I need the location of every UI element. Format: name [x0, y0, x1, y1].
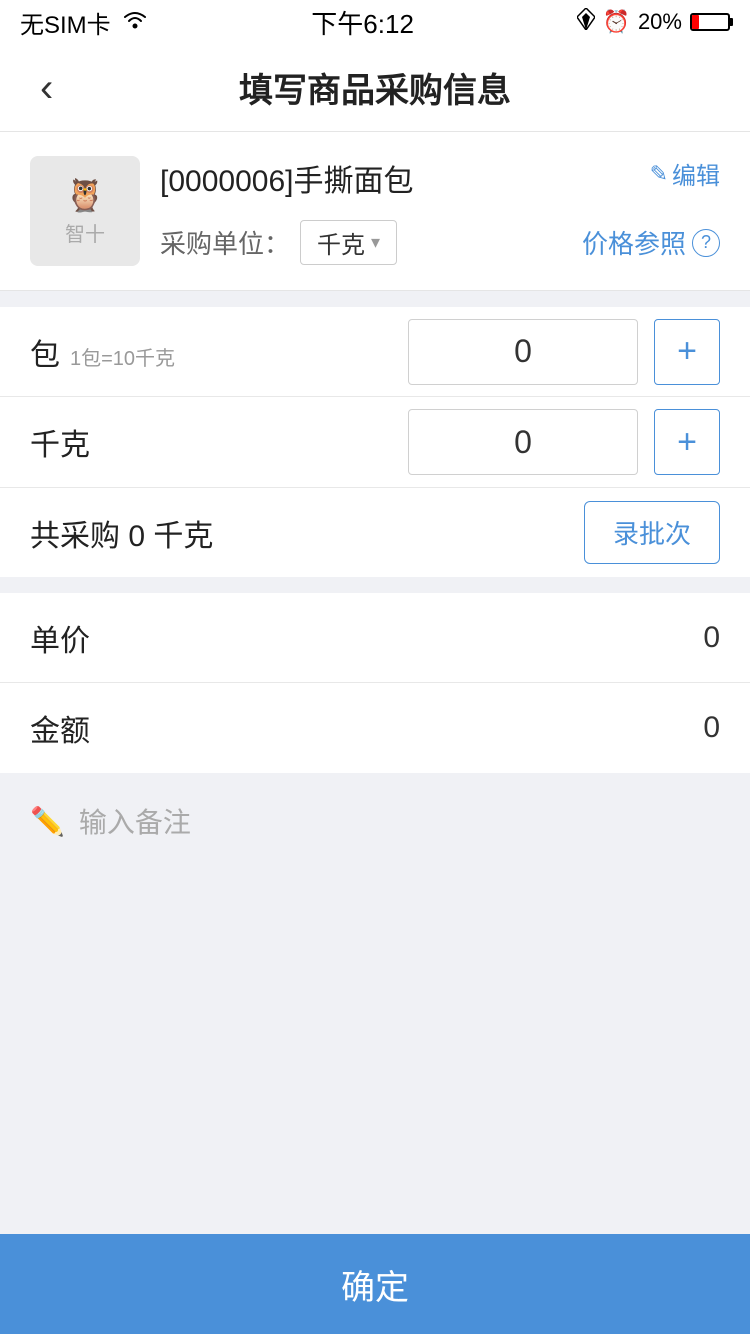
divider-2	[0, 577, 750, 593]
bag-quantity-input[interactable]: 0	[408, 319, 638, 385]
battery-icon	[690, 13, 730, 31]
confirm-button[interactable]: 确定	[0, 1234, 750, 1334]
confirm-label: 确定	[341, 1260, 409, 1309]
status-bar: 无SIM卡 下午6:12 ⏰ 20%	[0, 0, 750, 44]
product-card: 🦉 智十 [0000006]手撕面包 ✎ 编辑 采购单位： 千克 ▾ 价格参照 …	[0, 132, 750, 291]
unit-label: 采购单位：	[160, 224, 290, 261]
kg-row: 千克 0 +	[0, 397, 750, 487]
note-input[interactable]: 输入备注	[79, 801, 191, 841]
price-section: 单价 0 金额 0	[0, 593, 750, 773]
product-name-row: [0000006]手撕面包 ✎ 编辑	[160, 156, 720, 200]
kg-quantity-input[interactable]: 0	[408, 409, 638, 475]
unit-row: 采购单位： 千克 ▾ 价格参照 ?	[160, 220, 720, 265]
batch-button[interactable]: 录批次	[584, 501, 720, 564]
amount-label: 金额	[30, 706, 90, 750]
bag-plus-button[interactable]: +	[654, 319, 720, 385]
amount-row: 金额 0	[0, 683, 750, 773]
bag-sub-label: 1包=10千克	[70, 342, 175, 371]
unit-select[interactable]: 千克 ▾	[300, 220, 397, 265]
status-carrier-wifi: 无SIM卡	[20, 5, 149, 40]
page-title: 填写商品采购信息	[239, 63, 511, 112]
product-name: [0000006]手撕面包	[160, 156, 413, 200]
product-info: [0000006]手撕面包 ✎ 编辑 采购单位： 千克 ▾ 价格参照 ?	[160, 156, 720, 265]
bag-row: 包 1包=10千克 0 +	[0, 307, 750, 397]
nav-bar: ‹ 填写商品采购信息	[0, 44, 750, 132]
divider-1	[0, 291, 750, 307]
note-section[interactable]: ✏️ 输入备注	[0, 773, 750, 869]
alarm-icon: ⏰	[603, 9, 630, 35]
amount-value: 0	[703, 711, 720, 745]
kg-label: 千克	[30, 420, 150, 464]
unit-price-label: 单价	[30, 616, 90, 660]
wifi-icon	[121, 8, 149, 36]
total-row: 共采购 0 千克 录批次	[0, 487, 750, 577]
bag-input-area: 0 +	[175, 319, 720, 385]
battery-percent: 20%	[638, 9, 682, 35]
quantity-form: 包 1包=10千克 0 + 千克 0 +	[0, 307, 750, 487]
edit-icon: ✎	[650, 161, 668, 187]
kg-plus-button[interactable]: +	[654, 409, 720, 475]
back-button[interactable]: ‹	[30, 58, 63, 118]
status-right-icons: ⏰ 20%	[577, 8, 730, 36]
status-time: 下午6:12	[311, 4, 414, 41]
carrier-text: 无SIM卡	[20, 5, 111, 40]
bag-label: 包 1包=10千克	[30, 330, 175, 374]
help-icon: ?	[692, 229, 720, 257]
total-text: 共采购 0 千克	[30, 511, 213, 555]
kg-input-area: 0 +	[150, 409, 720, 475]
pencil-icon: ✏️	[30, 805, 65, 838]
chevron-down-icon: ▾	[371, 232, 380, 253]
edit-button[interactable]: ✎ 编辑	[650, 156, 720, 191]
location-icon	[577, 8, 595, 36]
price-ref-button[interactable]: 价格参照 ?	[582, 224, 720, 261]
main-content-area	[0, 869, 750, 1149]
unit-price-value: 0	[703, 621, 720, 655]
unit-price-row: 单价 0	[0, 593, 750, 683]
product-image: 🦉 智十	[30, 156, 140, 266]
